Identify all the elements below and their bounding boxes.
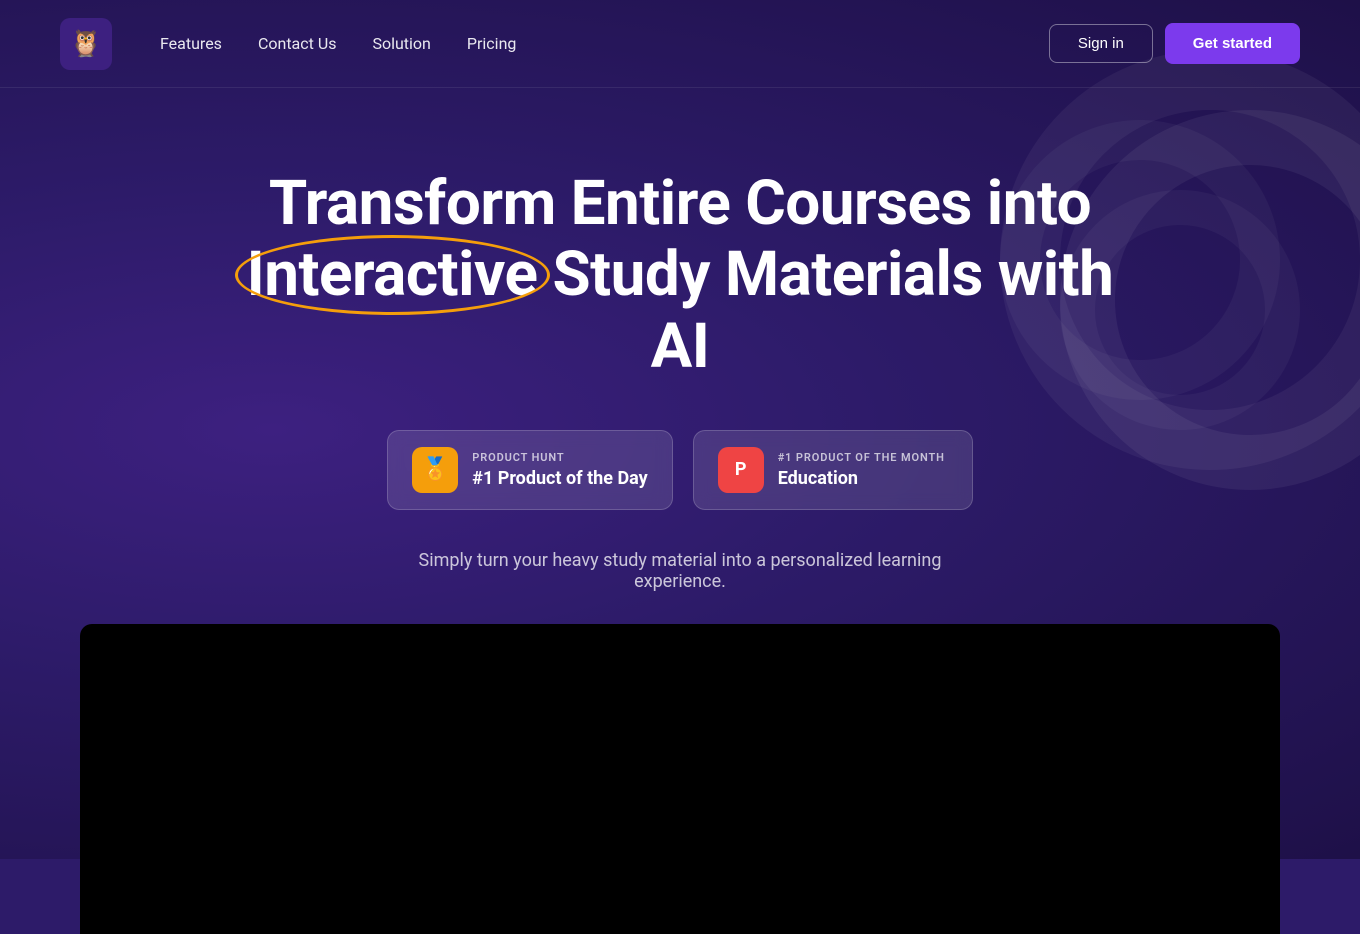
nav-item-features[interactable]: Features bbox=[160, 34, 222, 53]
logo-icon: 🦉 bbox=[60, 18, 112, 70]
badge-ph-text: PRODUCT HUNT #1 Product of the Day bbox=[472, 451, 647, 489]
badge-ph-value: #1 Product of the Day bbox=[472, 468, 647, 489]
badge-product-hunt: 🏅 PRODUCT HUNT #1 Product of the Day bbox=[387, 430, 672, 510]
badge-product-month: P #1 PRODUCT OF THE MONTH Education bbox=[693, 430, 973, 510]
nav-link-pricing[interactable]: Pricing bbox=[467, 34, 517, 53]
logo-link[interactable]: 🦉 bbox=[60, 18, 112, 70]
nav-link-solution[interactable]: Solution bbox=[372, 34, 430, 53]
navbar: 🦉 Features Contact Us Solution Pricing bbox=[0, 0, 1360, 88]
hero-title-part2: Study Materials with AI bbox=[538, 238, 1114, 382]
nav-item-contact[interactable]: Contact Us bbox=[258, 34, 337, 53]
hero-section: Transform Entire Courses into Interactiv… bbox=[0, 88, 1360, 934]
nav-item-pricing[interactable]: Pricing bbox=[467, 34, 517, 53]
hero-title-highlighted: Interactive bbox=[247, 239, 538, 310]
badge-month-label: #1 PRODUCT OF THE MONTH bbox=[778, 451, 945, 464]
hero-title: Transform Entire Courses into Interactiv… bbox=[230, 168, 1130, 382]
nav-right: Sign in Get started bbox=[1049, 23, 1300, 64]
nav-item-solution[interactable]: Solution bbox=[372, 34, 430, 53]
nav-link-features[interactable]: Features bbox=[160, 34, 222, 53]
badge-month-value: Education bbox=[778, 468, 945, 489]
product-month-icon: P bbox=[718, 447, 764, 493]
badges-row: 🏅 PRODUCT HUNT #1 Product of the Day P #… bbox=[387, 430, 972, 510]
video-container[interactable] bbox=[80, 624, 1280, 934]
hero-title-part1: Transform Entire Courses into bbox=[269, 167, 1091, 240]
signin-button[interactable]: Sign in bbox=[1049, 24, 1153, 63]
product-hunt-icon: 🏅 bbox=[412, 447, 458, 493]
hero-subtitle: Simply turn your heavy study material in… bbox=[380, 550, 980, 592]
nav-left: 🦉 Features Contact Us Solution Pricing bbox=[60, 18, 516, 70]
getstarted-button[interactable]: Get started bbox=[1165, 23, 1300, 64]
badge-month-text: #1 PRODUCT OF THE MONTH Education bbox=[778, 451, 945, 489]
nav-link-contact[interactable]: Contact Us bbox=[258, 34, 337, 53]
nav-links: Features Contact Us Solution Pricing bbox=[160, 34, 516, 53]
badge-ph-label: PRODUCT HUNT bbox=[472, 451, 647, 464]
